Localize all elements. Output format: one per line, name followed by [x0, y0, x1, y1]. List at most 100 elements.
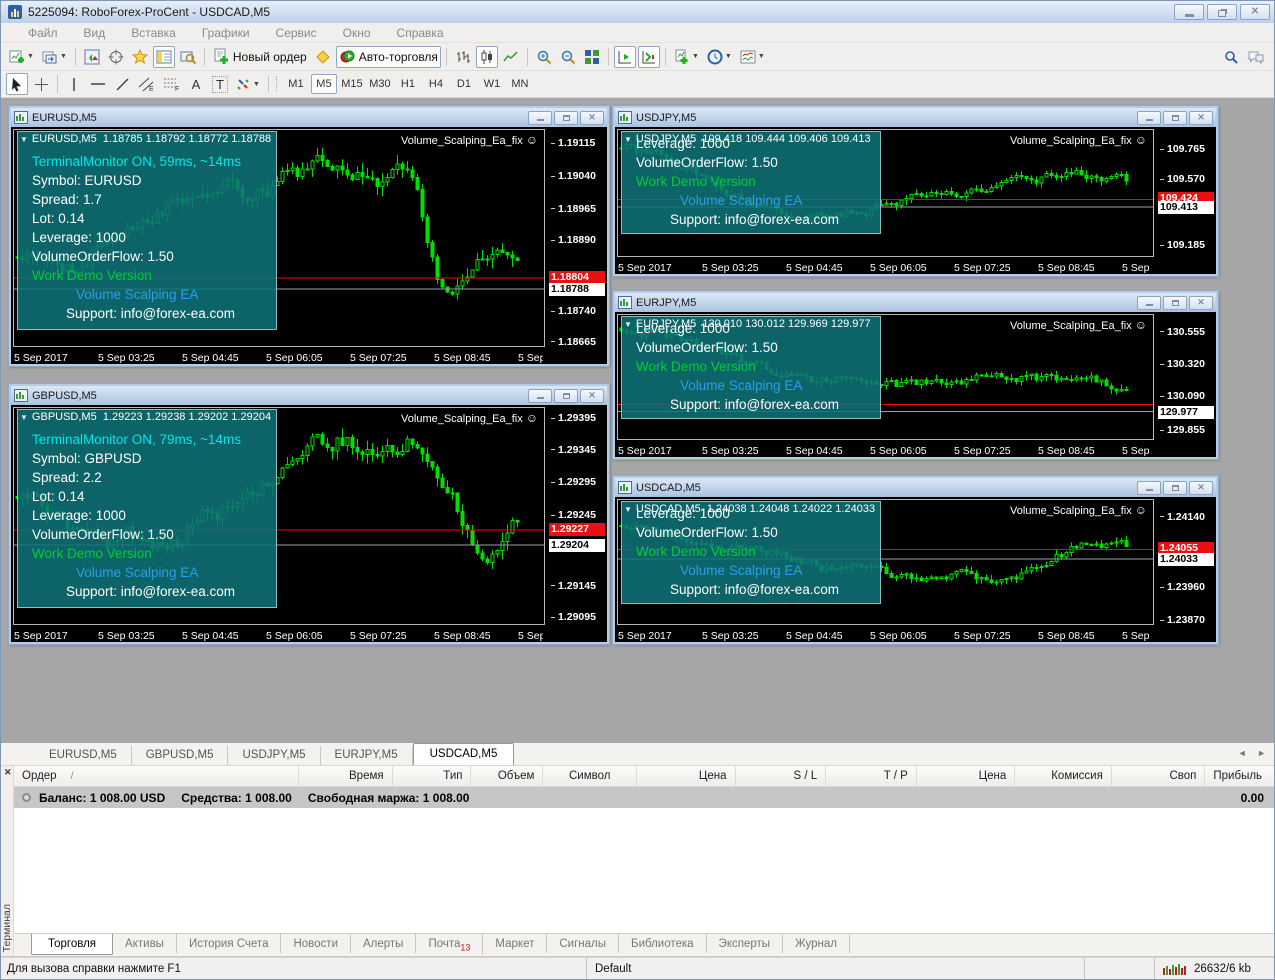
terminal-tab-journal[interactable]: Журнал	[783, 934, 850, 953]
chart-window-titlebar[interactable]: EURUSD,M5 ✕	[11, 108, 607, 127]
orders-table-body[interactable]	[14, 808, 1274, 933]
timeframe-m30-button[interactable]: M30	[367, 74, 393, 94]
chat-button[interactable]	[1244, 46, 1268, 68]
chart-maximize-button[interactable]	[554, 388, 578, 403]
smiley-icon[interactable]: ☺	[1135, 503, 1147, 517]
chart-close-button[interactable]: ✕	[580, 110, 604, 125]
menu-charts[interactable]: Графики	[189, 24, 263, 42]
timeframe-mn-button[interactable]: MN	[507, 74, 533, 94]
navigator-button[interactable]	[129, 46, 151, 68]
terminal-close-icon[interactable]: ✕	[4, 768, 12, 777]
text-tool-button[interactable]: A	[185, 73, 207, 95]
timeframe-h1-button[interactable]: H1	[395, 74, 421, 94]
chart-window-titlebar[interactable]: USDJPY,M5 ✕	[615, 108, 1216, 127]
terminal-tab-assets[interactable]: Активы	[113, 934, 177, 953]
zoom-in-button[interactable]	[533, 46, 555, 68]
chart-area[interactable]: Leverage: 1000 VolumeOrderFlow: 1.50 Wor…	[615, 497, 1216, 642]
chart-area[interactable]: Leverage: 1000 VolumeOrderFlow: 1.50 Wor…	[615, 127, 1216, 274]
auto-scroll-button[interactable]	[613, 45, 636, 68]
chart-dropdown-icon[interactable]: ▼	[624, 320, 632, 329]
chart-dropdown-icon[interactable]: ▼	[20, 135, 28, 144]
chart-tab-eurusd[interactable]: EURUSD,M5	[35, 746, 132, 765]
menu-tools[interactable]: Сервис	[263, 24, 330, 42]
menu-file[interactable]: Файл	[15, 24, 71, 42]
column-symbol[interactable]: Символ	[543, 766, 638, 786]
crosshair-tool-button[interactable]	[30, 73, 52, 95]
cursor-tool-button[interactable]	[6, 73, 28, 95]
chart-area[interactable]: TerminalMonitor ON, 59ms, ~14ms Symbol: …	[11, 127, 607, 364]
autotrade-button[interactable]: Авто-торговля	[335, 45, 441, 68]
terminal-tab-market[interactable]: Маркет	[483, 934, 548, 953]
chart-minimize-button[interactable]	[1137, 110, 1161, 125]
close-button[interactable]: ✕	[1240, 4, 1270, 20]
menu-help[interactable]: Справка	[384, 24, 457, 42]
menu-insert[interactable]: Вставка	[118, 24, 189, 42]
column-take-profit[interactable]: T / P	[826, 766, 917, 786]
terminal-tab-signals[interactable]: Сигналы	[547, 934, 620, 953]
chart-area[interactable]: Leverage: 1000 VolumeOrderFlow: 1.50 Wor…	[615, 312, 1216, 457]
timeframe-m1-button[interactable]: M1	[283, 74, 309, 94]
chart-maximize-button[interactable]	[1163, 110, 1187, 125]
new-order-button[interactable]: Новый ордер	[210, 46, 310, 68]
market-watch-button[interactable]	[81, 46, 103, 68]
chart-tab-usdjpy[interactable]: USDJPY,M5	[228, 746, 321, 765]
periods-button[interactable]: ▼	[704, 46, 735, 68]
fibonacci-tool-button[interactable]: F	[160, 73, 183, 95]
column-price-current[interactable]: Цена	[917, 766, 1016, 786]
chart-tab-gbpusd[interactable]: GBPUSD,M5	[132, 746, 229, 765]
smiley-icon[interactable]: ☺	[526, 133, 538, 147]
column-type[interactable]: Тип	[393, 766, 472, 786]
vertical-line-tool-button[interactable]	[63, 73, 85, 95]
smiley-icon[interactable]: ☺	[1135, 318, 1147, 332]
chart-close-button[interactable]: ✕	[1189, 110, 1213, 125]
label-tool-button[interactable]: T	[209, 73, 231, 95]
status-profile[interactable]: Default	[586, 958, 1084, 979]
chart-tab-usdcad[interactable]: USDCAD,M5	[412, 743, 515, 765]
terminal-tab-account-history[interactable]: История Счета	[177, 934, 282, 953]
chart-window-titlebar[interactable]: EURJPY,M5 ✕	[615, 293, 1216, 312]
zoom-out-button[interactable]	[557, 46, 579, 68]
smiley-icon[interactable]: ☺	[1135, 133, 1147, 147]
chart-dropdown-icon[interactable]: ▼	[624, 135, 632, 144]
chart-close-button[interactable]: ✕	[1189, 480, 1213, 495]
line-chart-type-button[interactable]	[500, 46, 522, 68]
menu-window[interactable]: Окно	[330, 24, 384, 42]
chart-shift-button[interactable]	[637, 45, 660, 68]
column-profit[interactable]: Прибыль	[1205, 766, 1274, 786]
chart-dropdown-icon[interactable]: ▼	[624, 505, 632, 514]
chart-area[interactable]: TerminalMonitor ON, 79ms, ~14ms Symbol: …	[11, 405, 607, 642]
search-button[interactable]	[1220, 46, 1242, 68]
restore-button[interactable]	[1207, 4, 1237, 20]
smiley-icon[interactable]: ☺	[526, 411, 538, 425]
candlestick-chart-type-button[interactable]	[475, 45, 498, 68]
profiles-button[interactable]: ▼	[39, 46, 70, 68]
arrows-tool-button[interactable]: ▼	[233, 73, 263, 95]
terminal-toggle-button[interactable]	[152, 45, 175, 68]
tile-windows-button[interactable]	[581, 46, 603, 68]
timeframe-m5-button[interactable]: M5	[310, 74, 337, 94]
column-time[interactable]: Время	[299, 766, 393, 786]
column-order[interactable]: Ордер /	[14, 766, 300, 786]
chart-close-button[interactable]: ✕	[1189, 295, 1213, 310]
chart-maximize-button[interactable]	[1163, 295, 1187, 310]
terminal-tab-mailbox[interactable]: Почта13	[416, 934, 484, 956]
timeframe-w1-button[interactable]: W1	[479, 74, 505, 94]
terminal-tab-trade[interactable]: Торговля	[31, 934, 114, 955]
terminal-tab-library[interactable]: Библиотека	[619, 934, 707, 953]
timeframe-d1-button[interactable]: D1	[451, 74, 477, 94]
timeframe-h4-button[interactable]: H4	[423, 74, 449, 94]
chart-tab-eurjpy[interactable]: EURJPY,M5	[321, 746, 413, 765]
data-window-button[interactable]	[105, 46, 127, 68]
chart-dropdown-icon[interactable]: ▼	[20, 413, 28, 422]
timeframe-m15-button[interactable]: M15	[339, 74, 365, 94]
chart-minimize-button[interactable]	[528, 110, 552, 125]
chart-maximize-button[interactable]	[1163, 480, 1187, 495]
column-volume[interactable]: Объем	[471, 766, 544, 786]
terminal-tab-alerts[interactable]: Алерты	[351, 934, 417, 953]
chart-close-button[interactable]: ✕	[580, 388, 604, 403]
indicators-button[interactable]: ▼	[671, 46, 702, 68]
chart-maximize-button[interactable]	[554, 110, 578, 125]
chart-minimize-button[interactable]	[1137, 480, 1161, 495]
terminal-tab-news[interactable]: Новости	[281, 934, 351, 953]
metaeditor-button[interactable]	[312, 46, 334, 68]
